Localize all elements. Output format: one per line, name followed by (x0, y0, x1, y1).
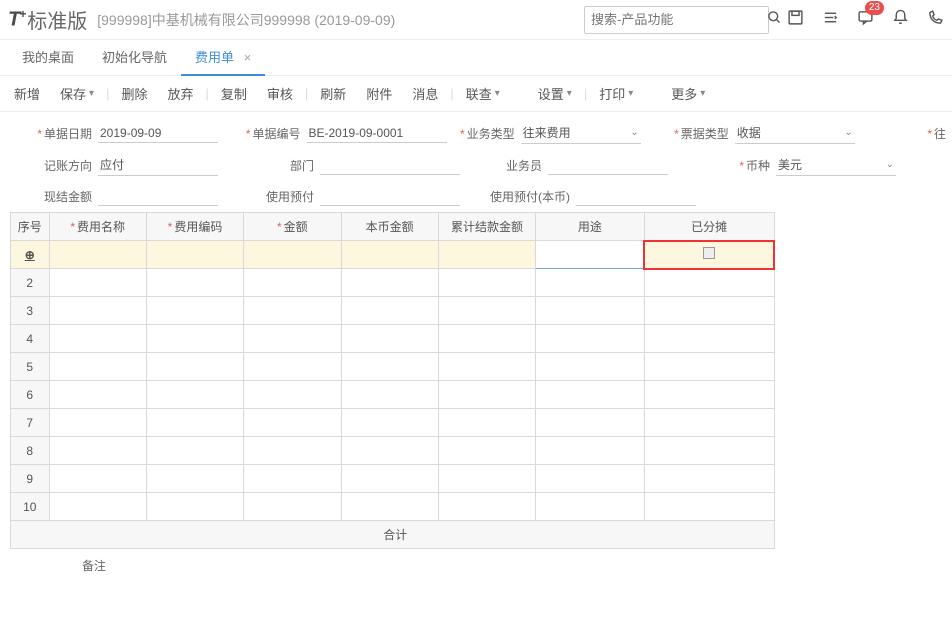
row-gear-icon[interactable]: ⊕ (11, 241, 50, 269)
chevron-down-icon: ▾ (495, 88, 500, 99)
remark-label: 备注 (0, 549, 952, 574)
cell-amount[interactable] (244, 241, 341, 269)
cell-name[interactable] (49, 241, 146, 269)
delete-button[interactable]: 删除 (111, 84, 157, 103)
tasks-icon[interactable] (822, 9, 839, 31)
refresh-button[interactable]: 刷新 (310, 84, 356, 103)
message-button[interactable]: 消息 (402, 84, 448, 103)
app-logo: T+ (8, 7, 25, 32)
search-icon[interactable] (767, 10, 782, 29)
company-info: [999998]中基机械有限公司999998 (2019-09-09) (97, 10, 584, 30)
tab-expense-bill[interactable]: 费用单 × (181, 40, 265, 76)
chevron-down-icon: ▾ (567, 88, 572, 99)
col-settled[interactable]: 累计结款金额 (438, 213, 535, 241)
app-edition: 标准版 (27, 5, 87, 34)
settings-button[interactable]: 设置▾ (528, 84, 582, 103)
grid-wrap: 序号 费用名称 费用编码 金额 本币金额 累计结款金额 用途 已分摊 ⊕ 2 3… (0, 212, 952, 549)
bell-icon[interactable] (892, 9, 909, 31)
col-allocated[interactable]: 已分摊 (644, 213, 774, 241)
close-icon[interactable]: × (244, 50, 252, 65)
tab-init-nav[interactable]: 初始化导航 (88, 40, 181, 76)
bill-date-field[interactable]: *单据日期 2019-09-09 (0, 122, 239, 144)
search-input[interactable] (591, 12, 767, 27)
cell-purpose-editing[interactable] (536, 241, 644, 269)
table-row[interactable]: 3 (11, 297, 775, 325)
col-code[interactable]: 费用编码 (146, 213, 243, 241)
chevron-down-icon: ▾ (700, 88, 705, 99)
app-header: T+ 标准版 [999998]中基机械有限公司999998 (2019-09-0… (0, 0, 952, 40)
grid-body: ⊕ 2 3 4 5 6 7 8 9 10 合计 (11, 241, 775, 549)
attach-button[interactable]: 附件 (356, 84, 402, 103)
chat-icon[interactable]: 23 (857, 9, 874, 31)
table-row[interactable]: 8 (11, 437, 775, 465)
grid-total-row: 合计 (11, 521, 775, 549)
currency-field[interactable]: *币种 美元⌄ (708, 154, 918, 176)
note-type-field[interactable]: *票据类型 收据⌄ (667, 122, 864, 144)
form-area: *单据日期 2019-09-09 *单据编号 BE-2019-09-0001 *… (0, 112, 952, 212)
header-icons: 23 (787, 9, 944, 31)
print-button[interactable]: 打印▾ (589, 84, 643, 103)
table-row[interactable]: 6 (11, 381, 775, 409)
more-button[interactable]: 更多▾ (661, 84, 715, 103)
save-button[interactable]: 保存▾ (50, 84, 104, 103)
chevron-down-icon: ▾ (89, 88, 94, 99)
dept-field[interactable]: 部门 (252, 154, 480, 176)
chevron-down-icon: ⌄ (886, 159, 894, 170)
search-box[interactable] (584, 6, 769, 34)
table-row[interactable]: 5 (11, 353, 775, 381)
audit-button[interactable]: 审核 (257, 84, 303, 103)
clerk-field[interactable]: 业务员 (480, 154, 708, 176)
col-amount[interactable]: 金额 (244, 213, 341, 241)
expense-grid: 序号 费用名称 费用编码 金额 本币金额 累计结款金额 用途 已分摊 ⊕ 2 3… (10, 212, 775, 549)
tab-desktop[interactable]: 我的桌面 (8, 40, 88, 76)
entry-dir-field[interactable]: 记账方向 应付 (0, 154, 252, 176)
col-local-amount[interactable]: 本币金额 (341, 213, 438, 241)
new-button[interactable]: 新增 (4, 84, 50, 103)
table-row[interactable]: 9 (11, 465, 775, 493)
notification-badge: 23 (865, 1, 884, 15)
tab-label: 费用单 (195, 50, 234, 65)
cash-field[interactable]: 现结金额 (0, 186, 252, 206)
extra-field: *往 (864, 122, 952, 144)
chevron-down-icon: ⌄ (630, 127, 638, 138)
table-row[interactable]: 4 (11, 325, 775, 353)
discard-button[interactable]: 放弃 (157, 84, 203, 103)
chevron-down-icon: ⌄ (844, 127, 852, 138)
col-purpose[interactable]: 用途 (536, 213, 644, 241)
table-row[interactable]: 7 (11, 409, 775, 437)
col-seq: 序号 (11, 213, 50, 241)
document-tabs: 我的桌面 初始化导航 费用单 × (0, 40, 952, 76)
cell-local-amount[interactable] (341, 241, 438, 269)
purpose-input[interactable] (536, 243, 643, 267)
related-button[interactable]: 联查▾ (456, 84, 510, 103)
biz-type-field[interactable]: *业务类型 往来费用⌄ (453, 122, 667, 144)
table-row[interactable]: 10 (11, 493, 775, 521)
col-name[interactable]: 费用名称 (49, 213, 146, 241)
prepay-local-field[interactable]: 使用预付(本币) (480, 186, 708, 206)
copy-button[interactable]: 复制 (211, 84, 257, 103)
cell-code[interactable] (146, 241, 243, 269)
cell-settled[interactable] (438, 241, 535, 269)
checkbox-icon[interactable] (703, 247, 715, 259)
toolbar: 新增 保存▾ | 删除 放弃 | 复制 审核 | 刷新 附件 消息 | 联查▾ … (0, 76, 952, 112)
cell-allocated-highlighted[interactable] (644, 241, 774, 269)
table-row[interactable]: ⊕ (11, 241, 775, 269)
chevron-down-icon: ▾ (628, 88, 633, 99)
prepay-field[interactable]: 使用预付 (252, 186, 480, 206)
table-row[interactable]: 2 (11, 269, 775, 297)
grid-header-row: 序号 费用名称 费用编码 金额 本币金额 累计结款金额 用途 已分摊 (11, 213, 775, 241)
bill-no-field[interactable]: *单据编号 BE-2019-09-0001 (239, 122, 453, 144)
phone-icon[interactable] (927, 9, 944, 31)
save-icon[interactable] (787, 9, 804, 31)
